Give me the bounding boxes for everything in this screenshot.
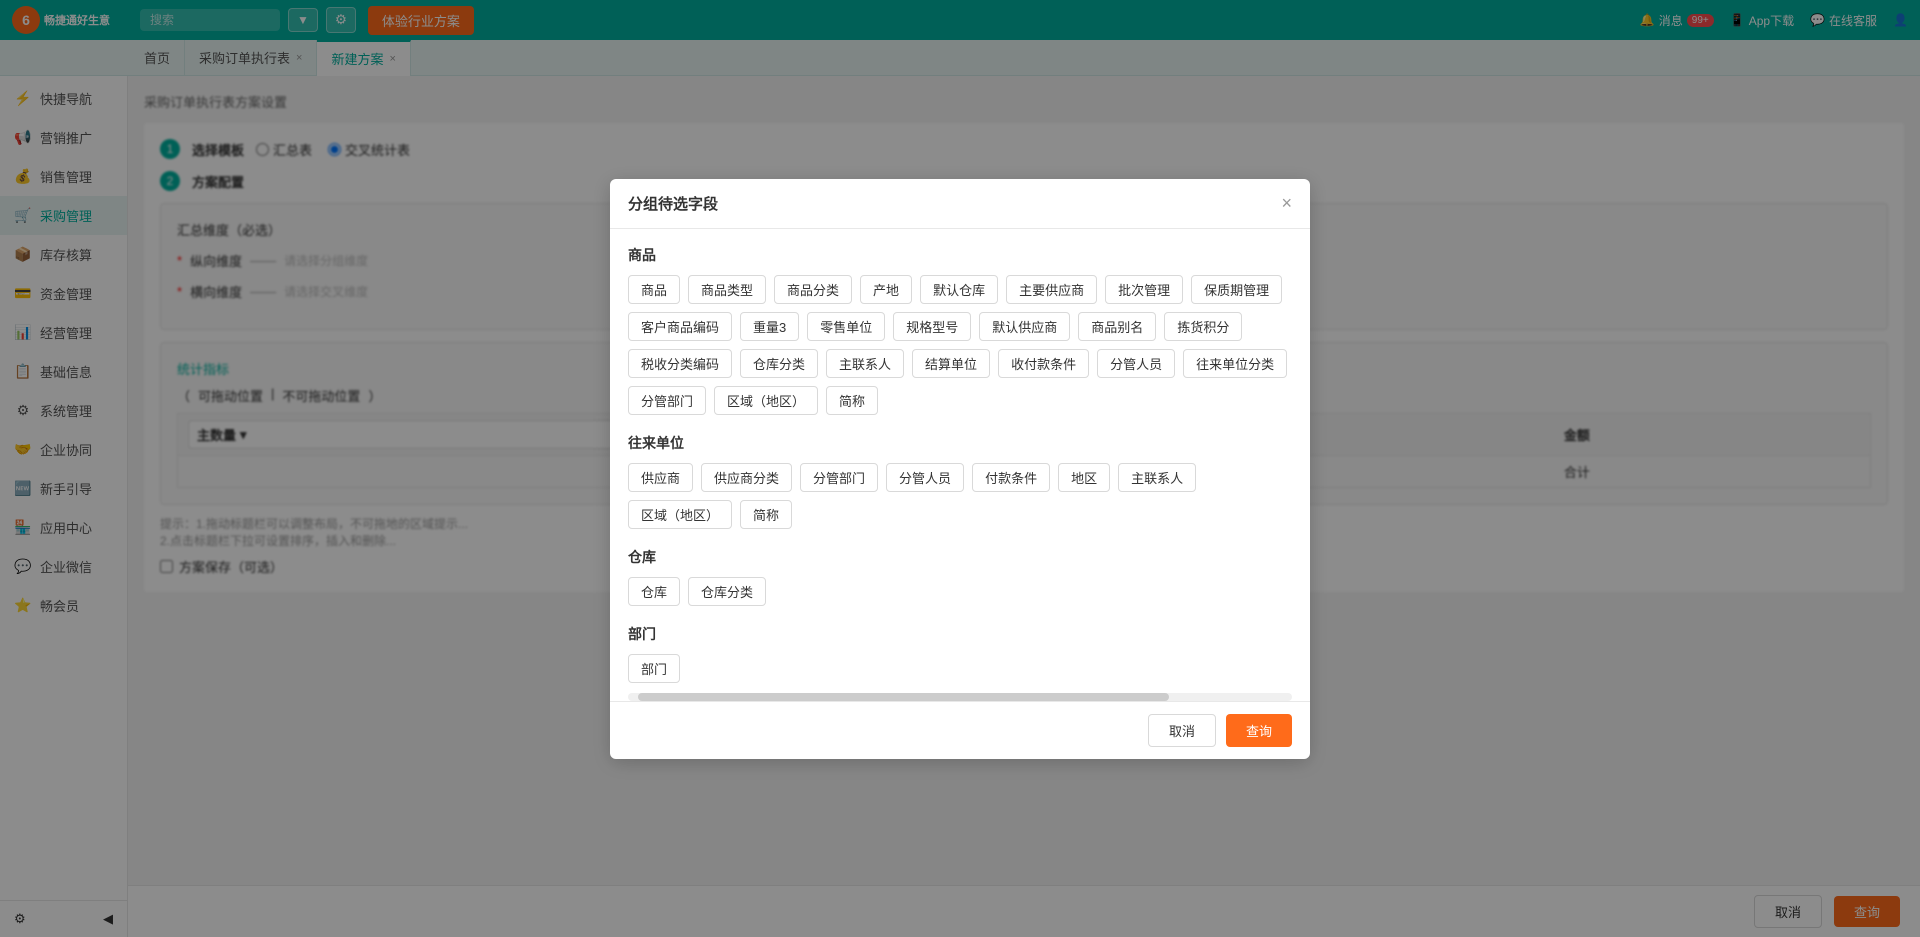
chip-warehouse[interactable]: 仓库 (628, 577, 680, 606)
chip-warehouse-class[interactable]: 仓库分类 (688, 577, 766, 606)
section-title-product: 商品 (628, 245, 1292, 265)
section-title-counterparty: 往来单位 (628, 433, 1292, 453)
horizontal-scrollbar[interactable] (628, 693, 1292, 701)
chip-product-category[interactable]: 商品分类 (774, 275, 852, 304)
chip-default-warehouse[interactable]: 默认仓库 (920, 275, 998, 304)
modal-close-button[interactable]: × (1281, 193, 1292, 214)
chip-tax-code[interactable]: 税收分类编码 (628, 349, 732, 378)
chip-supplier[interactable]: 供应商 (628, 463, 693, 492)
field-section-counterparty: 往来单位 供应商 供应商分类 分管部门 分管人员 付款条件 地区 主联系人 区域… (628, 433, 1292, 529)
chip-department[interactable]: 部门 (628, 654, 680, 683)
chip-default-supplier[interactable]: 默认供应商 (979, 312, 1070, 341)
chip-counterparty-category[interactable]: 往来单位分类 (1183, 349, 1287, 378)
chip-region-area-2[interactable]: 区域（地区） (628, 500, 732, 529)
chip-short-name-2[interactable]: 简称 (740, 500, 792, 529)
modal-header: 分组待选字段 × (610, 179, 1310, 229)
modal-overlay: 分组待选字段 × 商品 商品 商品类型 商品分类 产地 默认仓库 主要供应商 批… (0, 0, 1920, 937)
chip-customer-sku[interactable]: 客户商品编码 (628, 312, 732, 341)
modal-title: 分组待选字段 (628, 193, 718, 214)
product-chips: 商品 商品类型 商品分类 产地 默认仓库 主要供应商 批次管理 保质期管理 客户… (628, 275, 1292, 415)
chip-settlement-unit[interactable]: 结算单位 (912, 349, 990, 378)
section-title-department: 部门 (628, 624, 1292, 644)
hscrollbar-thumb (638, 693, 1169, 701)
chip-short-name[interactable]: 简称 (826, 386, 878, 415)
chip-product[interactable]: 商品 (628, 275, 680, 304)
chip-supervisor[interactable]: 分管人员 (1097, 349, 1175, 378)
chip-warehouse-category[interactable]: 仓库分类 (740, 349, 818, 378)
counterparty-chips: 供应商 供应商分类 分管部门 分管人员 付款条件 地区 主联系人 区域（地区） … (628, 463, 1292, 529)
chip-product-type[interactable]: 商品类型 (688, 275, 766, 304)
chip-batch-mgmt[interactable]: 批次管理 (1105, 275, 1183, 304)
chip-managed-person[interactable]: 分管人员 (886, 463, 964, 492)
chip-main-contact-2[interactable]: 主联系人 (1118, 463, 1196, 492)
section-title-warehouse: 仓库 (628, 547, 1292, 567)
chip-spec-model[interactable]: 规格型号 (893, 312, 971, 341)
chip-main-contact[interactable]: 主联系人 (826, 349, 904, 378)
cancel-button[interactable]: 取消 (1148, 714, 1216, 747)
department-chips: 部门 (628, 654, 1292, 683)
chip-origin[interactable]: 产地 (860, 275, 912, 304)
chip-payment-terms[interactable]: 收付款条件 (998, 349, 1089, 378)
chip-pick-points[interactable]: 拣货积分 (1164, 312, 1242, 341)
chip-managed-dept[interactable]: 分管部门 (800, 463, 878, 492)
modal-hscrollbar-area (610, 685, 1310, 701)
chip-weight[interactable]: 重量3 (740, 312, 799, 341)
field-section-department: 部门 部门 (628, 624, 1292, 683)
chip-area[interactable]: 地区 (1058, 463, 1110, 492)
chip-region-area[interactable]: 区域（地区） (714, 386, 818, 415)
chip-product-alias[interactable]: 商品别名 (1078, 312, 1156, 341)
modal-body: 商品 商品 商品类型 商品分类 产地 默认仓库 主要供应商 批次管理 保质期管理… (610, 229, 1310, 685)
field-section-warehouse: 仓库 仓库 仓库分类 (628, 547, 1292, 606)
field-select-modal: 分组待选字段 × 商品 商品 商品类型 商品分类 产地 默认仓库 主要供应商 批… (610, 179, 1310, 759)
chip-shelf-life[interactable]: 保质期管理 (1191, 275, 1282, 304)
field-section-product: 商品 商品 商品类型 商品分类 产地 默认仓库 主要供应商 批次管理 保质期管理… (628, 245, 1292, 415)
warehouse-chips: 仓库 仓库分类 (628, 577, 1292, 606)
chip-supplier-category[interactable]: 供应商分类 (701, 463, 792, 492)
modal-footer: 取消 查询 (610, 701, 1310, 759)
confirm-button[interactable]: 查询 (1226, 714, 1292, 747)
chip-main-supplier[interactable]: 主要供应商 (1006, 275, 1097, 304)
chip-payment-condition[interactable]: 付款条件 (972, 463, 1050, 492)
chip-retail-unit[interactable]: 零售单位 (807, 312, 885, 341)
chip-dept-supervised[interactable]: 分管部门 (628, 386, 706, 415)
